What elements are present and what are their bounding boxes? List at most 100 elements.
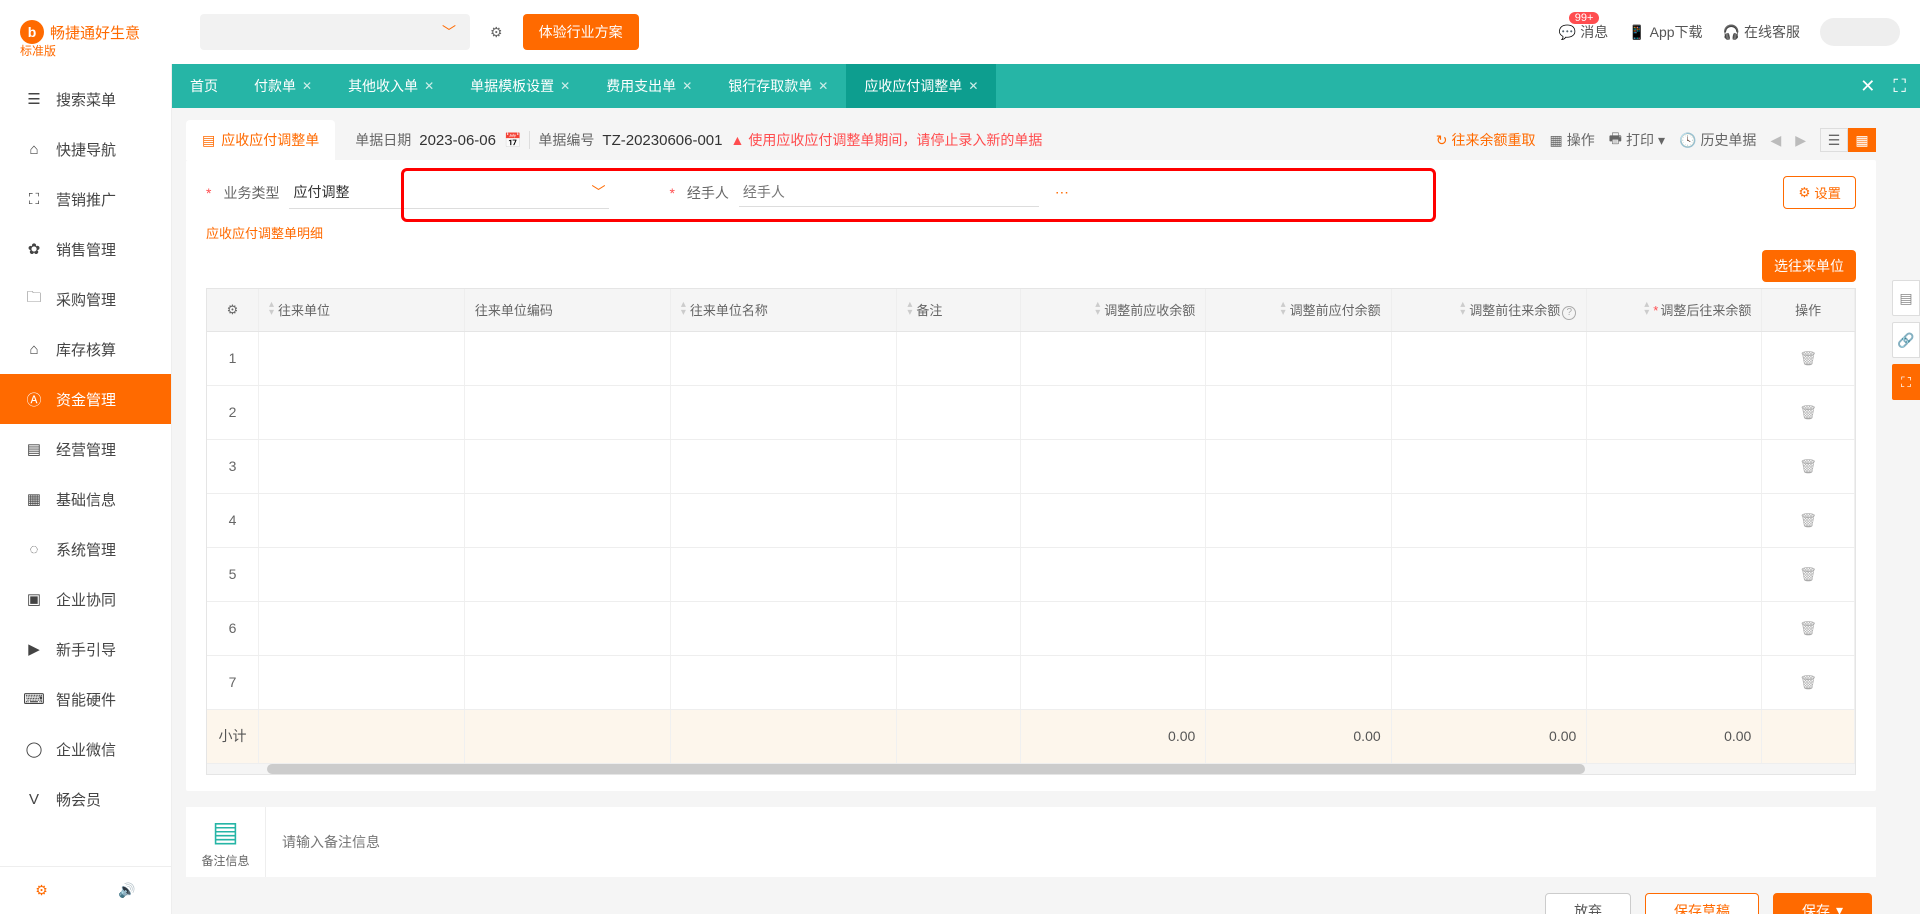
- brand-name: 畅捷通好生意: [50, 22, 140, 43]
- close-icon[interactable]: ✕: [302, 79, 312, 93]
- settings-button[interactable]: ⚙设置: [1783, 176, 1856, 209]
- delete-icon[interactable]: 🗑: [1799, 566, 1817, 582]
- sidebar-item-purchase[interactable]: 🗀采购管理: [0, 274, 171, 324]
- table-row[interactable]: 7🗑: [207, 655, 1855, 709]
- settings-icon[interactable]: ⚙: [35, 882, 48, 899]
- tab-应收应付调整单[interactable]: 应收应付调整单✕: [846, 64, 996, 108]
- sidebar-item-wechat[interactable]: ◯企业微信: [0, 724, 171, 774]
- tab-付款单[interactable]: 付款单 ✕: [236, 64, 330, 108]
- table-row[interactable]: 6🗑: [207, 601, 1855, 655]
- table-row[interactable]: 2🗑: [207, 385, 1855, 439]
- gear-icon[interactable]: ⚙: [490, 24, 503, 41]
- remark-input[interactable]: [266, 834, 1876, 850]
- abandon-button[interactable]: 放弃: [1545, 893, 1631, 914]
- app-download-link[interactable]: 📱 App下载: [1628, 22, 1702, 42]
- close-icon[interactable]: ✕: [560, 79, 570, 93]
- sidebar-item-quicknav[interactable]: ⌂快捷导航: [0, 124, 171, 174]
- horizontal-scrollbar[interactable]: [207, 764, 1855, 774]
- delete-icon[interactable]: 🗑: [1799, 350, 1817, 366]
- quicknav-icon: ⌂: [24, 139, 44, 159]
- biz-type-select[interactable]: 应付调整 ﹀: [289, 176, 609, 209]
- close-icon[interactable]: ✕: [424, 79, 434, 93]
- experience-button[interactable]: 体验行业方案: [523, 14, 639, 50]
- top-header: b 畅捷通好生意 标准版 ﹀ ⚙ 体验行业方案 💬 消息 99+ 📱 App下载…: [0, 0, 1920, 64]
- sidebar-item-inventory[interactable]: ⌂库存核算: [0, 324, 171, 374]
- tab-label: 付款单: [254, 76, 296, 96]
- search-icon: ☰: [24, 89, 44, 109]
- delete-icon[interactable]: 🗑: [1799, 620, 1817, 636]
- side-tool-expand[interactable]: ⛶: [1892, 364, 1920, 400]
- table-row[interactable]: 4🗑: [207, 493, 1855, 547]
- header-right: 💬 消息 99+ 📱 App下载 🎧 在线客服: [1559, 18, 1900, 46]
- warning-message: ▲ 使用应收应付调整单期间，请停止录入新的单据: [731, 130, 1043, 150]
- table-row[interactable]: 5🗑: [207, 547, 1855, 601]
- select-unit-button[interactable]: 选往来单位: [1762, 250, 1856, 282]
- col-name: 往来单位名称: [690, 303, 768, 318]
- remark-section: ▤ 备注信息: [186, 807, 1876, 877]
- online-service-link[interactable]: 🎧 在线客服: [1723, 22, 1800, 42]
- save-draft-button[interactable]: 保存草稿: [1645, 893, 1759, 914]
- remark-label: 备注信息: [201, 852, 249, 869]
- gear-icon[interactable]: ⚙: [227, 302, 239, 317]
- tab-home[interactable]: 首页: [172, 64, 236, 108]
- tab-其他收入单[interactable]: 其他收入单✕: [330, 64, 452, 108]
- sidebar-item-marketing[interactable]: ⛶营销推广: [0, 174, 171, 224]
- tab-银行存取款单[interactable]: 银行存取款单✕: [710, 64, 846, 108]
- wechat-icon: ◯: [24, 739, 44, 759]
- biz-type-field: * 业务类型 应付调整 ﹀: [206, 176, 609, 209]
- company-selector[interactable]: ﹀: [200, 14, 470, 50]
- sidebar-item-label: 经营管理: [56, 439, 116, 460]
- chevron-down-icon: ﹀: [442, 22, 456, 42]
- delete-icon[interactable]: 🗑: [1799, 512, 1817, 528]
- sidebar-item-vip[interactable]: V畅会员: [0, 774, 171, 824]
- view-detail-icon[interactable]: ▦: [1848, 128, 1876, 152]
- expand-button[interactable]: ⛶: [1889, 72, 1910, 101]
- chevron-down-icon: ﹀: [591, 182, 605, 202]
- rebuild-balance-button[interactable]: ↻ 往来余额重取: [1436, 130, 1536, 150]
- print-button[interactable]: 🖶 打印 ▾: [1609, 128, 1665, 152]
- sidebar-item-collab[interactable]: ▣企业协同: [0, 574, 171, 624]
- col-pre-bal: 调整前往来余额: [1469, 303, 1560, 318]
- view-list-icon[interactable]: ☰: [1820, 128, 1848, 152]
- tab-费用支出单[interactable]: 费用支出单 ✕: [588, 64, 710, 108]
- col-code: 往来单位编码: [475, 303, 553, 318]
- history-button[interactable]: 🕓 历史单据: [1679, 130, 1756, 150]
- close-icon[interactable]: ✕: [968, 79, 978, 93]
- sidebar-item-search[interactable]: ☰搜索菜单: [0, 74, 171, 124]
- side-tool-attach[interactable]: 🔗: [1892, 322, 1920, 358]
- table-row[interactable]: 3🗑: [207, 439, 1855, 493]
- table-row[interactable]: 1🗑: [207, 331, 1855, 385]
- close-all-tabs-button[interactable]: ✕: [1856, 72, 1879, 101]
- prev-icon[interactable]: ◀: [1770, 132, 1781, 149]
- sidebar-item-funds[interactable]: Ⓐ资金管理: [0, 374, 171, 424]
- sidebar-item-business[interactable]: ▤经营管理: [0, 424, 171, 474]
- save-button[interactable]: 保存▾: [1773, 893, 1872, 914]
- delete-icon[interactable]: 🗑: [1799, 674, 1817, 690]
- calendar-icon[interactable]: 📅: [504, 132, 521, 149]
- sidebar-item-hardware[interactable]: ⌨智能硬件: [0, 674, 171, 724]
- chevron-down-icon: ▾: [1836, 902, 1843, 914]
- section-label: 应收应付调整单明细: [206, 223, 1856, 242]
- next-icon[interactable]: ▶: [1795, 132, 1806, 149]
- delete-icon[interactable]: 🗑: [1799, 404, 1817, 420]
- handler-input[interactable]: [739, 178, 1039, 207]
- user-avatar[interactable]: [1820, 18, 1900, 46]
- tab-单据模板设置[interactable]: 单据模板设置✕: [452, 64, 588, 108]
- sound-icon[interactable]: 🔊: [118, 882, 135, 899]
- col-pre-recv: 调整前应收余额: [1104, 303, 1195, 318]
- side-tool-note[interactable]: ▤: [1892, 280, 1920, 316]
- more-icon[interactable]: ⋯: [1055, 184, 1069, 201]
- delete-icon[interactable]: 🗑: [1799, 458, 1817, 474]
- close-icon[interactable]: ✕: [818, 79, 828, 93]
- sidebar: ☰搜索菜单⌂快捷导航⛶营销推广✿销售管理🗀采购管理⌂库存核算Ⓐ资金管理▤经营管理…: [0, 64, 172, 914]
- messages-link[interactable]: 💬 消息 99+: [1559, 22, 1608, 42]
- content-area: ▤ 应收应付调整单 单据日期 2023-06-06 📅 单据编号 TZ-2023…: [172, 108, 1890, 914]
- sidebar-item-guide[interactable]: ▶新手引导: [0, 624, 171, 674]
- sidebar-item-basic[interactable]: ▦基础信息: [0, 474, 171, 524]
- tab-label: 费用支出单: [606, 76, 676, 96]
- sidebar-item-sales[interactable]: ✿销售管理: [0, 224, 171, 274]
- close-icon[interactable]: ✕: [682, 79, 692, 93]
- operate-button[interactable]: ▦ 操作: [1550, 130, 1595, 150]
- sidebar-item-system[interactable]: ◌系统管理: [0, 524, 171, 574]
- logo-icon: b: [20, 20, 44, 44]
